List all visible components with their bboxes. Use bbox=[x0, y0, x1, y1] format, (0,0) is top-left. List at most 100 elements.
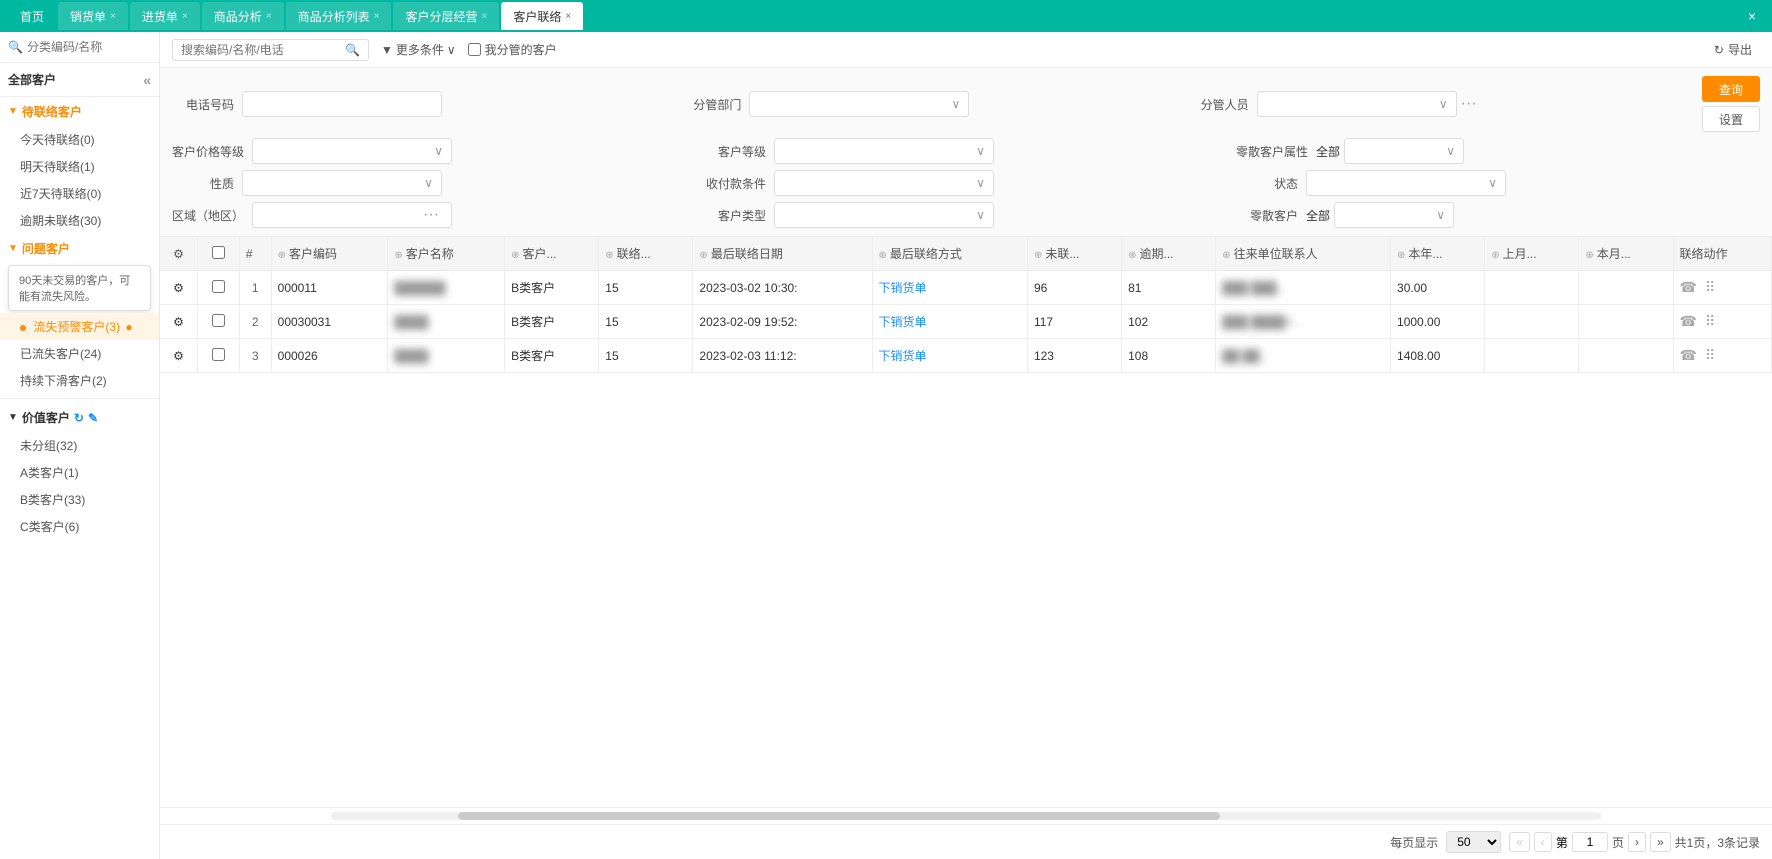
sidebar-item-declining[interactable]: 持续下滑客户(2) bbox=[0, 367, 159, 394]
row-checkbox[interactable] bbox=[198, 339, 240, 373]
row-select-checkbox[interactable] bbox=[212, 348, 225, 361]
status-select[interactable]: ∨ bbox=[1306, 170, 1506, 196]
nav-home[interactable]: 首页 bbox=[8, 4, 56, 29]
area-select[interactable]: ··· bbox=[252, 202, 452, 228]
select-all-checkbox[interactable] bbox=[212, 246, 225, 259]
row-overdue: 108 bbox=[1122, 339, 1216, 373]
page-size-select[interactable]: 50 100 200 bbox=[1446, 831, 1501, 853]
search-input[interactable] bbox=[181, 43, 341, 57]
tab-purchase[interactable]: 进货单 × bbox=[130, 2, 200, 30]
price-level-select[interactable]: ∨ bbox=[252, 138, 452, 164]
collapse-icon: « bbox=[143, 72, 151, 88]
company-contact-col-header[interactable]: 往来单位联系人 bbox=[1216, 237, 1391, 271]
sidebar-item-churn-warning[interactable]: 流失预警客户(3) ● bbox=[0, 313, 159, 340]
sidebar-item-overdue[interactable]: 逾期未联络(30) bbox=[0, 207, 159, 234]
close-icon[interactable]: × bbox=[565, 11, 571, 22]
sidebar-item-a-class[interactable]: A类客户(1) bbox=[0, 459, 159, 486]
phone-input[interactable] bbox=[242, 91, 442, 117]
tab-customer-segment[interactable]: 客户分层经营 × bbox=[393, 2, 499, 30]
this-year-col-header[interactable]: 本年... bbox=[1391, 237, 1485, 271]
gender-select[interactable]: ∨ bbox=[242, 170, 442, 196]
row-select-checkbox[interactable] bbox=[212, 280, 225, 293]
sidebar-search-input[interactable] bbox=[27, 40, 160, 54]
more-action-icon[interactable]: ⠿ bbox=[1705, 279, 1715, 296]
more-action-icon[interactable]: ⠿ bbox=[1705, 313, 1715, 330]
close-all-button[interactable]: × bbox=[1740, 4, 1764, 28]
more-action-icon[interactable]: ⠿ bbox=[1705, 347, 1715, 364]
payment-select[interactable]: ∨ bbox=[774, 170, 994, 196]
close-icon[interactable]: × bbox=[374, 11, 380, 22]
row-last-method[interactable]: 下销货单 bbox=[872, 271, 1027, 305]
tab-customer-contact[interactable]: 客户联络 × bbox=[501, 2, 583, 30]
person-select[interactable]: ∨ bbox=[1257, 91, 1457, 117]
more-button-area[interactable]: ··· bbox=[419, 206, 443, 224]
chevron-down-icon: ∨ bbox=[1436, 208, 1445, 222]
query-button[interactable]: 查询 bbox=[1702, 76, 1760, 102]
group-pending-label: 待联络客户 bbox=[22, 103, 82, 120]
checkbox-col-header[interactable] bbox=[198, 237, 240, 271]
close-icon[interactable]: × bbox=[182, 11, 188, 22]
sidebar-group-problem[interactable]: ▼ 问题客户 bbox=[0, 234, 159, 263]
next-page-button[interactable]: › bbox=[1628, 832, 1646, 852]
search-icon[interactable]: 🔍 bbox=[345, 43, 360, 57]
row-checkbox[interactable] bbox=[198, 271, 240, 305]
prev-page-button[interactable]: ‹ bbox=[1534, 832, 1552, 852]
contact-icon[interactable]: ☎ bbox=[1680, 347, 1697, 364]
sidebar-all-customers[interactable]: 全部客户 « bbox=[0, 63, 159, 97]
dept-select[interactable]: ∨ bbox=[749, 91, 969, 117]
contact-icon[interactable]: ☎ bbox=[1680, 279, 1697, 296]
row-checkbox[interactable] bbox=[198, 305, 240, 339]
this-month-col-header[interactable]: 本月... bbox=[1579, 237, 1673, 271]
contact-col-header[interactable]: 联络... bbox=[599, 237, 693, 271]
page-input[interactable] bbox=[1572, 832, 1608, 852]
scroll-track[interactable] bbox=[331, 812, 1601, 820]
zero-customer-select[interactable]: ∨ bbox=[1334, 202, 1454, 228]
sidebar-item-c-class[interactable]: C类客户(6) bbox=[0, 513, 159, 540]
last-page-button[interactable]: » bbox=[1650, 832, 1671, 852]
last-method-col-header[interactable]: 最后联络方式 bbox=[872, 237, 1027, 271]
customer-type-select[interactable]: ∨ bbox=[774, 202, 994, 228]
gear-col-header[interactable]: ⚙ bbox=[160, 237, 198, 271]
sidebar-group-pending[interactable]: ▼ 待联络客户 bbox=[0, 97, 159, 126]
refresh-icon[interactable]: ↻ bbox=[74, 411, 84, 425]
name-col-header[interactable]: 客户名称 bbox=[388, 237, 505, 271]
close-icon[interactable]: × bbox=[266, 11, 272, 22]
my-customers-check[interactable] bbox=[468, 43, 481, 56]
customer-level-select[interactable]: ∨ bbox=[774, 138, 994, 164]
type-col-header[interactable]: 客户... bbox=[505, 237, 599, 271]
edit-icon[interactable]: ✎ bbox=[88, 411, 98, 425]
sidebar-item-tomorrow[interactable]: 明天待联络(1) bbox=[0, 153, 159, 180]
row-last-method[interactable]: 下销货单 bbox=[872, 305, 1027, 339]
more-conditions-button[interactable]: ▼ 更多条件 ∨ bbox=[381, 41, 456, 58]
close-icon[interactable]: × bbox=[110, 11, 116, 22]
scroll-indicator bbox=[160, 807, 1772, 824]
row-select-checkbox[interactable] bbox=[212, 314, 225, 327]
tab-sales[interactable]: 销货单 × bbox=[58, 2, 128, 30]
row-gear[interactable]: ⚙ bbox=[160, 305, 198, 339]
tab-product-list[interactable]: 商品分析列表 × bbox=[286, 2, 392, 30]
close-icon[interactable]: × bbox=[481, 11, 487, 22]
export-button[interactable]: ↻ 导出 bbox=[1706, 38, 1760, 61]
row-last-method[interactable]: 下销货单 bbox=[872, 339, 1027, 373]
row-gear[interactable]: ⚙ bbox=[160, 271, 198, 305]
my-customers-checkbox[interactable]: 我分管的客户 bbox=[468, 41, 557, 58]
row-gear[interactable]: ⚙ bbox=[160, 339, 198, 373]
code-col-header[interactable]: 客户编码 bbox=[271, 237, 388, 271]
last-month-col-header[interactable]: 上月... bbox=[1485, 237, 1579, 271]
sidebar-item-b-class[interactable]: B类客户(33) bbox=[0, 486, 159, 513]
last-date-col-header[interactable]: 最后联络日期 bbox=[693, 237, 872, 271]
contact-icon[interactable]: ☎ bbox=[1680, 313, 1697, 330]
sidebar-group-value[interactable]: ▼ 价值客户 ↻ ✎ bbox=[0, 403, 159, 432]
scroll-thumb[interactable] bbox=[458, 812, 1220, 820]
more-button[interactable]: ··· bbox=[1457, 95, 1481, 113]
uncontact-col-header[interactable]: 未联... bbox=[1027, 237, 1121, 271]
sidebar-item-churned[interactable]: 已流失客户(24) bbox=[0, 340, 159, 367]
sidebar-item-today[interactable]: 今天待联络(0) bbox=[0, 126, 159, 153]
tab-product-analysis[interactable]: 商品分析 × bbox=[202, 2, 284, 30]
zero-attr-select[interactable]: ∨ bbox=[1344, 138, 1464, 164]
settings-button[interactable]: 设置 bbox=[1702, 106, 1760, 132]
overdue-col-header[interactable]: 逾期... bbox=[1122, 237, 1216, 271]
first-page-button[interactable]: « bbox=[1509, 832, 1530, 852]
sidebar-item-week[interactable]: 近7天待联络(0) bbox=[0, 180, 159, 207]
sidebar-item-ungrouped[interactable]: 未分组(32) bbox=[0, 432, 159, 459]
